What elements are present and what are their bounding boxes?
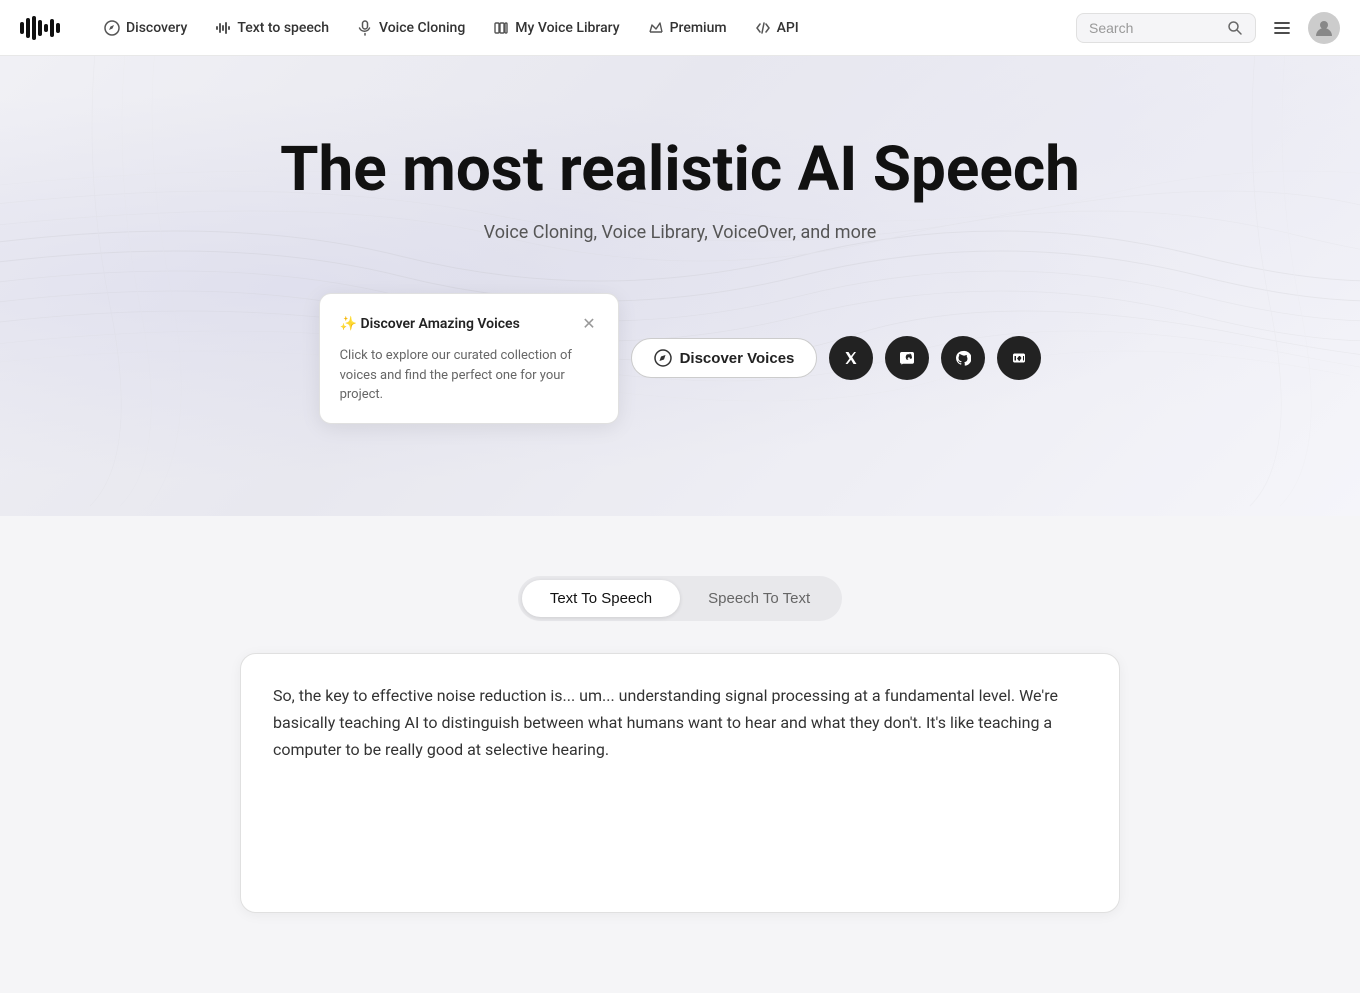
tooltip-title: ✨ Discover Amazing Voices xyxy=(340,316,520,332)
menu-button[interactable] xyxy=(1268,14,1296,42)
search-input[interactable] xyxy=(1089,20,1219,36)
x-social-button[interactable] xyxy=(829,336,873,380)
medium-icon xyxy=(1011,350,1027,366)
discord-icon xyxy=(899,350,915,366)
hero-actions: ✨ Discover Amazing Voices ✕ Click to exp… xyxy=(60,293,1300,424)
mic-icon xyxy=(357,20,373,36)
user-icon xyxy=(1314,18,1334,38)
nav-item-api[interactable]: API xyxy=(743,14,811,42)
nav-item-tts[interactable]: Text to speech xyxy=(203,14,341,42)
nav-item-voice-cloning[interactable]: Voice Cloning xyxy=(345,14,477,42)
nav-links: Discovery Text to speech Voice Cloning M… xyxy=(92,14,1076,42)
search-box[interactable] xyxy=(1076,13,1256,43)
avatar[interactable] xyxy=(1308,12,1340,44)
nav-item-premium[interactable]: Premium xyxy=(636,14,739,42)
tooltip-header: ✨ Discover Amazing Voices ✕ xyxy=(340,312,598,336)
navbar-right xyxy=(1076,12,1340,44)
hero-subtitle: Voice Cloning, Voice Library, VoiceOver,… xyxy=(60,222,1300,243)
tab-stt[interactable]: Speech To Text xyxy=(680,580,838,617)
hero-title: The most realistic AI Speech xyxy=(60,136,1300,204)
tab-tts[interactable]: Text To Speech xyxy=(522,580,680,617)
hero-background-waves xyxy=(0,56,1360,516)
x-icon xyxy=(843,350,859,366)
nav-item-voice-library[interactable]: My Voice Library xyxy=(481,14,631,42)
crown-icon xyxy=(648,20,664,36)
waveform-icon xyxy=(215,20,231,36)
navbar: Discovery Text to speech Voice Cloning M… xyxy=(0,0,1360,56)
api-icon xyxy=(755,20,771,36)
search-submit-button[interactable] xyxy=(1227,20,1243,36)
tts-text: So, the key to effective noise reduction… xyxy=(273,682,1087,764)
hero-section: The most realistic AI Speech Voice Cloni… xyxy=(0,56,1360,516)
discord-social-button[interactable] xyxy=(885,336,929,380)
search-icon xyxy=(1227,20,1243,36)
library-icon xyxy=(493,20,509,36)
tooltip-card: ✨ Discover Amazing Voices ✕ Click to exp… xyxy=(319,293,619,424)
tooltip-close-button[interactable]: ✕ xyxy=(580,312,597,336)
github-social-button[interactable] xyxy=(941,336,985,380)
logo-icon xyxy=(20,14,60,42)
github-icon xyxy=(955,350,971,366)
nav-item-discovery[interactable]: Discovery xyxy=(92,14,199,42)
discover-voices-button[interactable]: Discover Voices xyxy=(631,338,818,378)
discover-voices-icon xyxy=(654,349,672,367)
tab-switcher: Text To Speech Speech To Text xyxy=(518,576,842,621)
compass-icon xyxy=(104,20,120,36)
tts-card: So, the key to effective noise reduction… xyxy=(240,653,1120,913)
logo[interactable] xyxy=(20,14,60,42)
hamburger-icon xyxy=(1272,18,1292,38)
medium-social-button[interactable] xyxy=(997,336,1041,380)
main-content: Text To Speech Speech To Text So, the ke… xyxy=(0,516,1360,993)
tooltip-body: Click to explore our curated collection … xyxy=(340,346,598,405)
